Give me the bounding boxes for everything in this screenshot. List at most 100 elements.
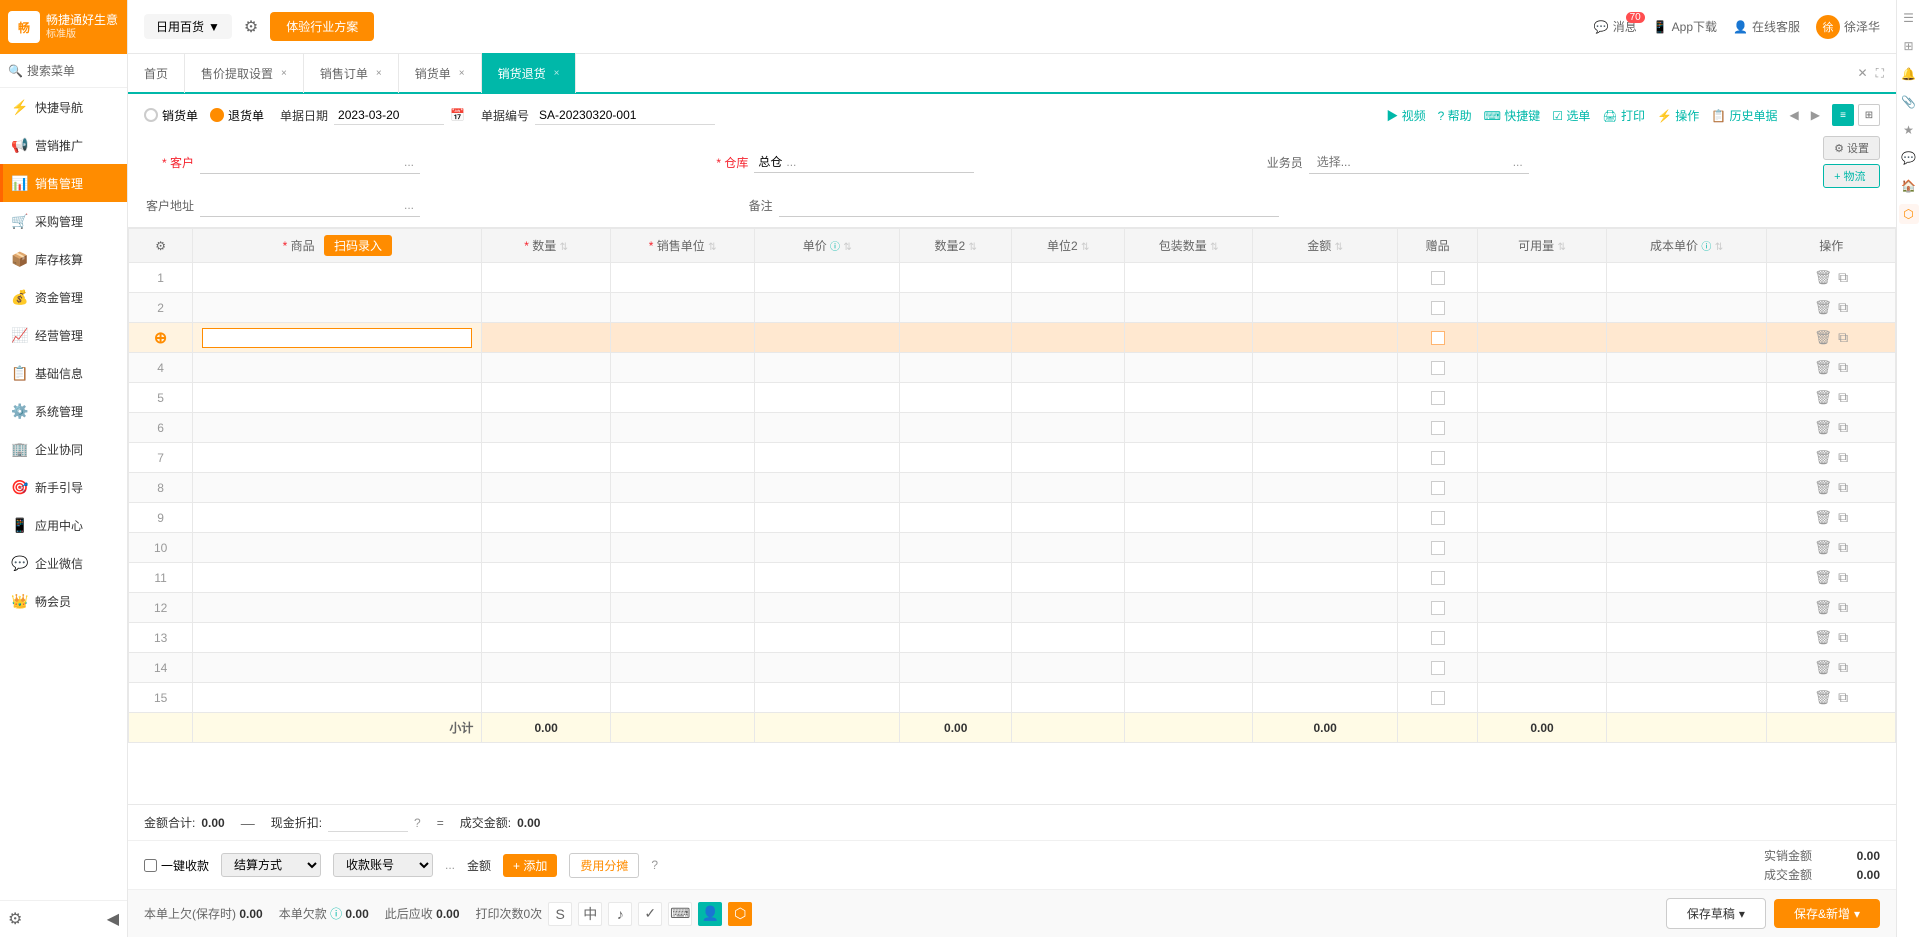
unit-sort-icon[interactable]: ⇅ xyxy=(708,242,716,253)
print-btn[interactable]: 🖨 打印 xyxy=(1602,107,1645,124)
gift-checkbox-12[interactable] xyxy=(1431,601,1445,615)
video-btn[interactable]: ▶ 视频 xyxy=(1386,107,1425,124)
copy-row-2[interactable]: ⧉ xyxy=(1838,299,1848,316)
app-download-button[interactable]: 📱 App下载 xyxy=(1653,18,1717,35)
copy-row-7[interactable]: ⧉ xyxy=(1838,449,1848,466)
gift-checkbox-2[interactable] xyxy=(1431,301,1445,315)
gift-checkbox-11[interactable] xyxy=(1431,571,1445,585)
sidebar-item-inventory[interactable]: 📦 库存核算 xyxy=(0,240,127,278)
staff-more-icon[interactable]: ... xyxy=(1513,155,1523,169)
prev-order-icon[interactable]: ◀ xyxy=(1790,108,1799,122)
copy-row-1[interactable]: ⧉ xyxy=(1838,269,1848,286)
operations-btn[interactable]: ⚡ 操作 xyxy=(1657,107,1699,124)
gift-checkbox-8[interactable] xyxy=(1431,481,1445,495)
goods-input-active[interactable] xyxy=(202,328,472,348)
copy-row-6[interactable]: ⧉ xyxy=(1838,419,1848,436)
pack-sort-icon[interactable]: ⇅ xyxy=(1210,242,1218,253)
sidebar-item-basic[interactable]: 📋 基础信息 xyxy=(0,354,127,392)
right-panel-icon-3[interactable]: 🔔 xyxy=(1899,64,1919,84)
copy-row-13[interactable]: ⧉ xyxy=(1838,629,1848,646)
delete-row-13[interactable]: 🗑 xyxy=(1814,629,1832,646)
table-scroll[interactable]: ⚙ * 商品 扫码录入 * 数量 ⇅ xyxy=(128,228,1896,804)
copy-row-12[interactable]: ⧉ xyxy=(1838,599,1848,616)
qty-cell-1[interactable] xyxy=(482,263,611,293)
delete-row-4[interactable]: 🗑 xyxy=(1814,359,1832,376)
delete-row-14[interactable]: 🗑 xyxy=(1814,659,1832,676)
cash-discount-input[interactable] xyxy=(328,813,408,832)
copy-row-9[interactable]: ⧉ xyxy=(1838,509,1848,526)
tab-price-settings-close[interactable]: × xyxy=(281,68,287,79)
sidebar-item-marketing[interactable]: 📢 营销推广 xyxy=(0,126,127,164)
price-info-icon[interactable]: ⓘ xyxy=(830,242,840,253)
topbar-gear-icon[interactable]: ⚙ xyxy=(240,13,262,41)
scan-button[interactable]: 扫码录入 xyxy=(324,235,392,256)
customer-input[interactable] xyxy=(204,153,404,171)
save-draft-button[interactable]: 保存草稿 ▾ xyxy=(1666,898,1766,929)
history-btn[interactable]: 📋 历史单据 xyxy=(1711,107,1777,124)
avail-cell-1[interactable] xyxy=(1478,263,1607,293)
gift-checkbox-4[interactable] xyxy=(1431,361,1445,375)
service-button[interactable]: 👤 在线客服 xyxy=(1733,18,1800,35)
sidebar-item-wechat[interactable]: 💬 企业微信 xyxy=(0,544,127,582)
pack-cell-1[interactable] xyxy=(1124,263,1253,293)
cost-cell-1[interactable] xyxy=(1606,263,1767,293)
gift-checkbox-7[interactable] xyxy=(1431,451,1445,465)
cost-info-icon[interactable]: ⓘ xyxy=(1701,242,1711,253)
copy-row-14[interactable]: ⧉ xyxy=(1838,659,1848,676)
delete-row-1[interactable]: 🗑 xyxy=(1814,269,1832,286)
date-input[interactable] xyxy=(334,106,444,125)
delete-row-9[interactable]: 🗑 xyxy=(1814,509,1832,526)
debit-help[interactable]: ⓘ xyxy=(330,907,342,921)
unit2-cell-1[interactable] xyxy=(1012,263,1124,293)
tab-sales-order[interactable]: 销售订单 × xyxy=(304,53,399,93)
taskbar-icon-7[interactable]: ⬡ xyxy=(728,902,752,926)
copy-row-10[interactable]: ⧉ xyxy=(1838,539,1848,556)
delete-row-12[interactable]: 🗑 xyxy=(1814,599,1832,616)
order-no-input[interactable] xyxy=(535,106,715,125)
goods-cell-1[interactable] xyxy=(193,263,482,293)
sidebar-item-appstore[interactable]: 📱 应用中心 xyxy=(0,506,127,544)
right-panel-icon-1[interactable]: ☰ xyxy=(1899,8,1919,28)
staff-input[interactable] xyxy=(1313,153,1513,171)
avail-sort-icon[interactable]: ⇅ xyxy=(1558,242,1566,253)
delete-row-7[interactable]: 🗑 xyxy=(1814,449,1832,466)
payment-account-select[interactable]: 收款账号 xyxy=(333,853,433,877)
draft-dropdown-icon[interactable]: ▾ xyxy=(1739,907,1745,921)
radio-sales[interactable]: 销货单 xyxy=(144,107,198,124)
tab-sales-return[interactable]: 销货退货 × xyxy=(482,53,577,93)
one-click-payment[interactable]: 一键收款 xyxy=(144,857,209,874)
expense-split-button[interactable]: 费用分摊 xyxy=(569,853,639,878)
right-panel-icon-5[interactable]: ★ xyxy=(1899,120,1919,140)
delete-row-11[interactable]: 🗑 xyxy=(1814,569,1832,586)
view-list-btn[interactable]: ≡ xyxy=(1832,104,1854,126)
calendar-icon[interactable]: 📅 xyxy=(450,108,465,122)
add-payment-button[interactable]: + 添加 xyxy=(503,854,557,877)
gift-cell-1[interactable] xyxy=(1397,263,1477,293)
tab-home[interactable]: 首页 xyxy=(128,53,185,93)
sidebar-item-shortcut[interactable]: ⚡ 快捷导航 xyxy=(0,88,127,126)
tab-sales-delivery[interactable]: 销货单 × xyxy=(399,53,482,93)
delete-row-5[interactable]: 🗑 xyxy=(1814,389,1832,406)
help-btn[interactable]: ? 帮助 xyxy=(1438,107,1472,124)
gift-checkbox-6[interactable] xyxy=(1431,421,1445,435)
select-order-btn[interactable]: ☑ 选单 xyxy=(1552,107,1590,124)
copy-row-3[interactable]: ⧉ xyxy=(1838,329,1848,346)
delete-row-10[interactable]: 🗑 xyxy=(1814,539,1832,556)
next-order-icon[interactable]: ▶ xyxy=(1811,108,1820,122)
sidebar-search[interactable]: 🔍 搜索菜单 xyxy=(0,54,127,88)
daily-dropdown[interactable]: 日用百货 ▼ xyxy=(144,14,232,39)
address-input[interactable] xyxy=(204,196,404,214)
gift-checkbox-15[interactable] xyxy=(1431,691,1445,705)
gift-checkbox-3[interactable] xyxy=(1431,331,1445,345)
save-dropdown-icon[interactable]: ▾ xyxy=(1854,907,1860,921)
delete-row-8[interactable]: 🗑 xyxy=(1814,479,1832,496)
trial-button[interactable]: 体验行业方案 xyxy=(270,12,374,41)
amount-sort-icon[interactable]: ⇅ xyxy=(1335,242,1343,253)
help-icon[interactable]: ? xyxy=(414,816,421,830)
amount-cell-1[interactable] xyxy=(1253,263,1398,293)
one-click-checkbox[interactable] xyxy=(144,859,157,872)
sidebar-item-enterprise[interactable]: 🏢 企业协同 xyxy=(0,430,127,468)
gift-checkbox-9[interactable] xyxy=(1431,511,1445,525)
delete-row-2[interactable]: 🗑 xyxy=(1814,299,1832,316)
right-panel-icon-2[interactable]: ⊞ xyxy=(1899,36,1919,56)
